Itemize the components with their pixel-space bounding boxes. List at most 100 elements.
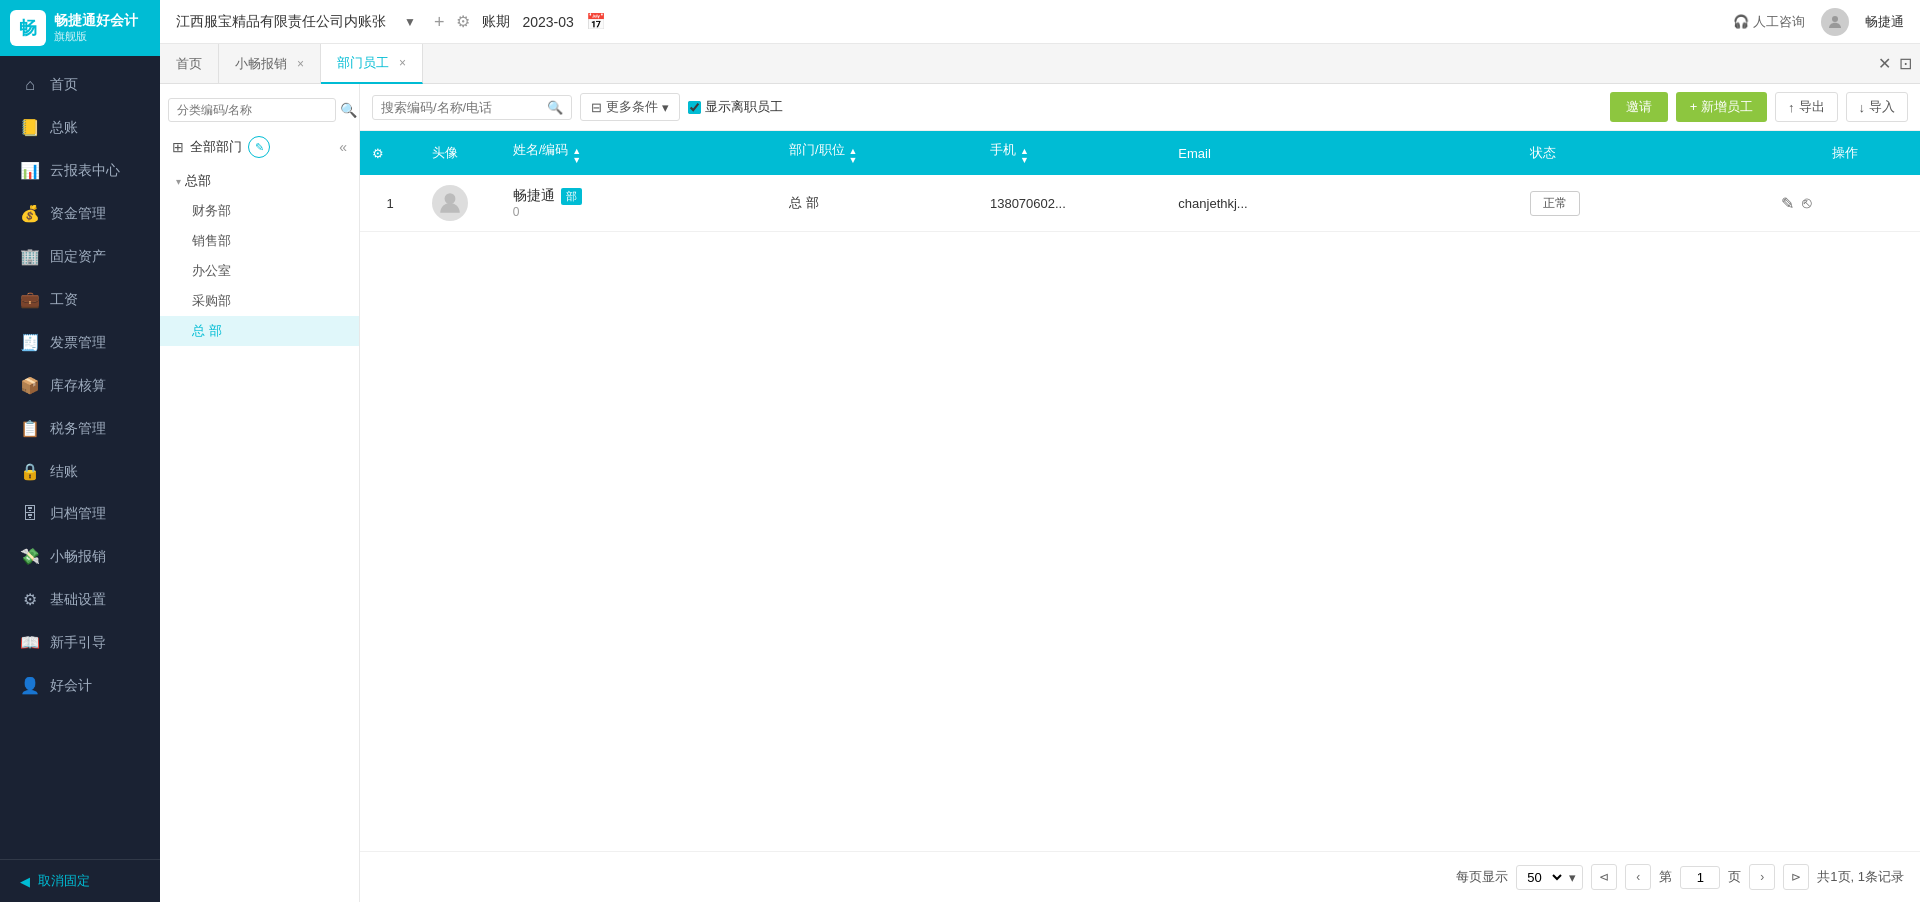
chevron-down-icon: ▾ — [662, 100, 669, 115]
nav-label-inventory: 库存核算 — [50, 377, 106, 395]
nav-label-archive: 归档管理 — [50, 505, 106, 523]
dept-tag-badge: 部 — [561, 188, 582, 205]
sidebar-item-archive[interactable]: 🗄 归档管理 — [0, 493, 160, 535]
add-employee-button[interactable]: + 新增员工 — [1676, 92, 1767, 122]
nav-icon-invoice: 🧾 — [20, 333, 40, 352]
sidebar-item-reports[interactable]: 📊 云报表中心 — [0, 149, 160, 192]
sidebar-item-ledger[interactable]: 📒 总账 — [0, 106, 160, 149]
maximize-tab-button[interactable]: ⊡ — [1899, 54, 1912, 73]
export-button[interactable]: ↑ 导出 — [1775, 92, 1838, 122]
nav-icon-close: 🔒 — [20, 462, 40, 481]
dept-item-general[interactable]: ▾总部 — [160, 166, 359, 196]
nav-label-xc_expense: 小畅报销 — [50, 548, 106, 566]
tab-label-department: 部门员工 — [337, 54, 389, 72]
col-header-dept[interactable]: 部门/职位▲▼ — [777, 131, 978, 175]
page-first-button[interactable]: ⊲ — [1591, 864, 1617, 890]
page-input[interactable] — [1680, 866, 1720, 889]
nav-icon-helper: 👤 — [20, 676, 40, 695]
sidebar-item-home[interactable]: ⌂ 首页 — [0, 64, 160, 106]
all-departments-item[interactable]: ⊞ 全部部门 ✎ « — [160, 128, 359, 166]
add-account-button[interactable]: + — [434, 13, 445, 31]
per-page-select[interactable]: 50 10 20 100 — [1523, 869, 1565, 886]
more-filter-label: 更多条件 — [606, 98, 658, 116]
dept-search-button[interactable]: 🔍 — [340, 102, 357, 118]
sidebar-item-funds[interactable]: 💰 资金管理 — [0, 192, 160, 235]
nav-label-funds: 资金管理 — [50, 205, 106, 223]
dept-item-sales[interactable]: 销售部 — [160, 226, 359, 256]
page-prev-button[interactable]: ‹ — [1625, 864, 1651, 890]
sidebar-item-salary[interactable]: 💼 工资 — [0, 278, 160, 321]
edit-dept-button[interactable]: ✎ — [248, 136, 270, 158]
show-resigned-label[interactable]: 显示离职员工 — [688, 98, 783, 116]
page-last-button[interactable]: ⊳ — [1783, 864, 1809, 890]
nav-label-invoice: 发票管理 — [50, 334, 106, 352]
logout-employee-button[interactable]: ⎋ — [1802, 194, 1812, 212]
import-label: 导入 — [1869, 98, 1895, 116]
col-header-mobile[interactable]: 手机▲▼ — [978, 131, 1166, 175]
table-row: 1 畅捷通 部 0 总 部 138070602... chanjethkj...… — [360, 175, 1920, 232]
tab-department[interactable]: 部门员工 × — [321, 44, 423, 84]
sidebar-item-close[interactable]: 🔒 结账 — [0, 450, 160, 493]
nav-label-reports: 云报表中心 — [50, 162, 120, 180]
edit-employee-button[interactable]: ✎ — [1781, 194, 1794, 213]
nav-label-guide: 新手引导 — [50, 634, 106, 652]
service-label: 人工咨询 — [1753, 13, 1805, 31]
sidebar-item-invoice[interactable]: 🧾 发票管理 — [0, 321, 160, 364]
toolbar-right-actions: 邀请 + 新增员工 ↑ 导出 ↓ 导入 — [1610, 92, 1908, 122]
tab-label-home: 首页 — [176, 55, 202, 73]
nav-icon-assets: 🏢 — [20, 247, 40, 266]
close-tab-button[interactable]: ✕ — [1878, 54, 1891, 73]
sidebar-item-settings[interactable]: ⚙ 基础设置 — [0, 578, 160, 621]
content-area: 🔍 ⊞ 全部部门 ✎ « ▾总部财务部销售部办公室采购部总 部 🔍 ⊟ 更多条件 — [160, 84, 1920, 902]
dept-item-office[interactable]: 办公室 — [160, 256, 359, 286]
tab-close-department[interactable]: × — [399, 56, 406, 70]
service-button[interactable]: 🎧 人工咨询 — [1733, 13, 1805, 31]
user-name: 畅捷通 — [1865, 13, 1904, 31]
dept-item-purchase[interactable]: 采购部 — [160, 286, 359, 316]
col-header-name[interactable]: 姓名/编码▲▼ — [501, 131, 777, 175]
pin-toggle[interactable]: ◀ 取消固定 — [0, 859, 160, 902]
row-actions-cell: ✎ ⎋ — [1769, 175, 1920, 232]
dept-item-general_main[interactable]: 总 部 — [160, 316, 359, 346]
calendar-icon[interactable]: 📅 — [586, 12, 606, 31]
row-index: 1 — [360, 175, 420, 232]
nav-icon-reports: 📊 — [20, 161, 40, 180]
employee-table: ⚙头像姓名/编码▲▼部门/职位▲▼手机▲▼Email状态操作 1 畅捷通 部 0… — [360, 131, 1920, 232]
nav-label-helper: 好会计 — [50, 677, 92, 695]
sidebar-item-xc_expense[interactable]: 💸 小畅报销 — [0, 535, 160, 578]
tab-close-expense[interactable]: × — [297, 57, 304, 71]
more-filter-button[interactable]: ⊟ 更多条件 ▾ — [580, 93, 680, 121]
sidebar-item-assets[interactable]: 🏢 固定资产 — [0, 235, 160, 278]
dept-search-input[interactable] — [168, 98, 336, 122]
company-dropdown-button[interactable]: ▼ — [398, 13, 422, 31]
per-page-select-container: 50 10 20 100 ▾ — [1516, 865, 1583, 890]
tab-expense[interactable]: 小畅报销× — [219, 44, 321, 84]
settings-button[interactable]: ⚙ — [456, 12, 470, 31]
nav-label-ledger: 总账 — [50, 119, 78, 137]
import-button[interactable]: ↓ 导入 — [1846, 92, 1909, 122]
headset-icon: 🎧 — [1733, 14, 1749, 29]
nav-label-tax: 税务管理 — [50, 420, 106, 438]
collapse-dept-button[interactable]: « — [339, 139, 347, 155]
sidebar-item-inventory[interactable]: 📦 库存核算 — [0, 364, 160, 407]
sidebar-item-helper[interactable]: 👤 好会计 — [0, 664, 160, 707]
tab-home[interactable]: 首页 — [160, 44, 219, 84]
page-next-button[interactable]: › — [1749, 864, 1775, 890]
row-email: chanjethkj... — [1166, 175, 1518, 232]
tabs-bar: 首页小畅报销× 部门员工 × ✕ ⊡ — [160, 44, 1920, 84]
import-icon: ↓ — [1859, 100, 1866, 115]
nav-icon-xc_expense: 💸 — [20, 547, 40, 566]
logo-icon: 畅 — [10, 10, 46, 46]
dept-item-finance[interactable]: 财务部 — [160, 196, 359, 226]
sidebar-item-tax[interactable]: 📋 税务管理 — [0, 407, 160, 450]
invite-button[interactable]: 邀请 — [1610, 92, 1668, 122]
row-status-cell: 正常 — [1518, 175, 1769, 232]
employee-toolbar: 🔍 ⊟ 更多条件 ▾ 显示离职员工 邀请 + 新增员工 ↑ 导出 — [360, 84, 1920, 131]
sidebar-item-guide[interactable]: 📖 新手引导 — [0, 621, 160, 664]
row-dept: 总 部 — [777, 175, 978, 232]
dept-tree: ▾总部财务部销售部办公室采购部总 部 — [160, 166, 359, 346]
page-label: 第 — [1659, 868, 1672, 886]
show-resigned-checkbox[interactable] — [688, 101, 701, 114]
search-filter-input[interactable] — [381, 100, 543, 115]
action-buttons: ✎ ⎋ — [1781, 194, 1908, 213]
